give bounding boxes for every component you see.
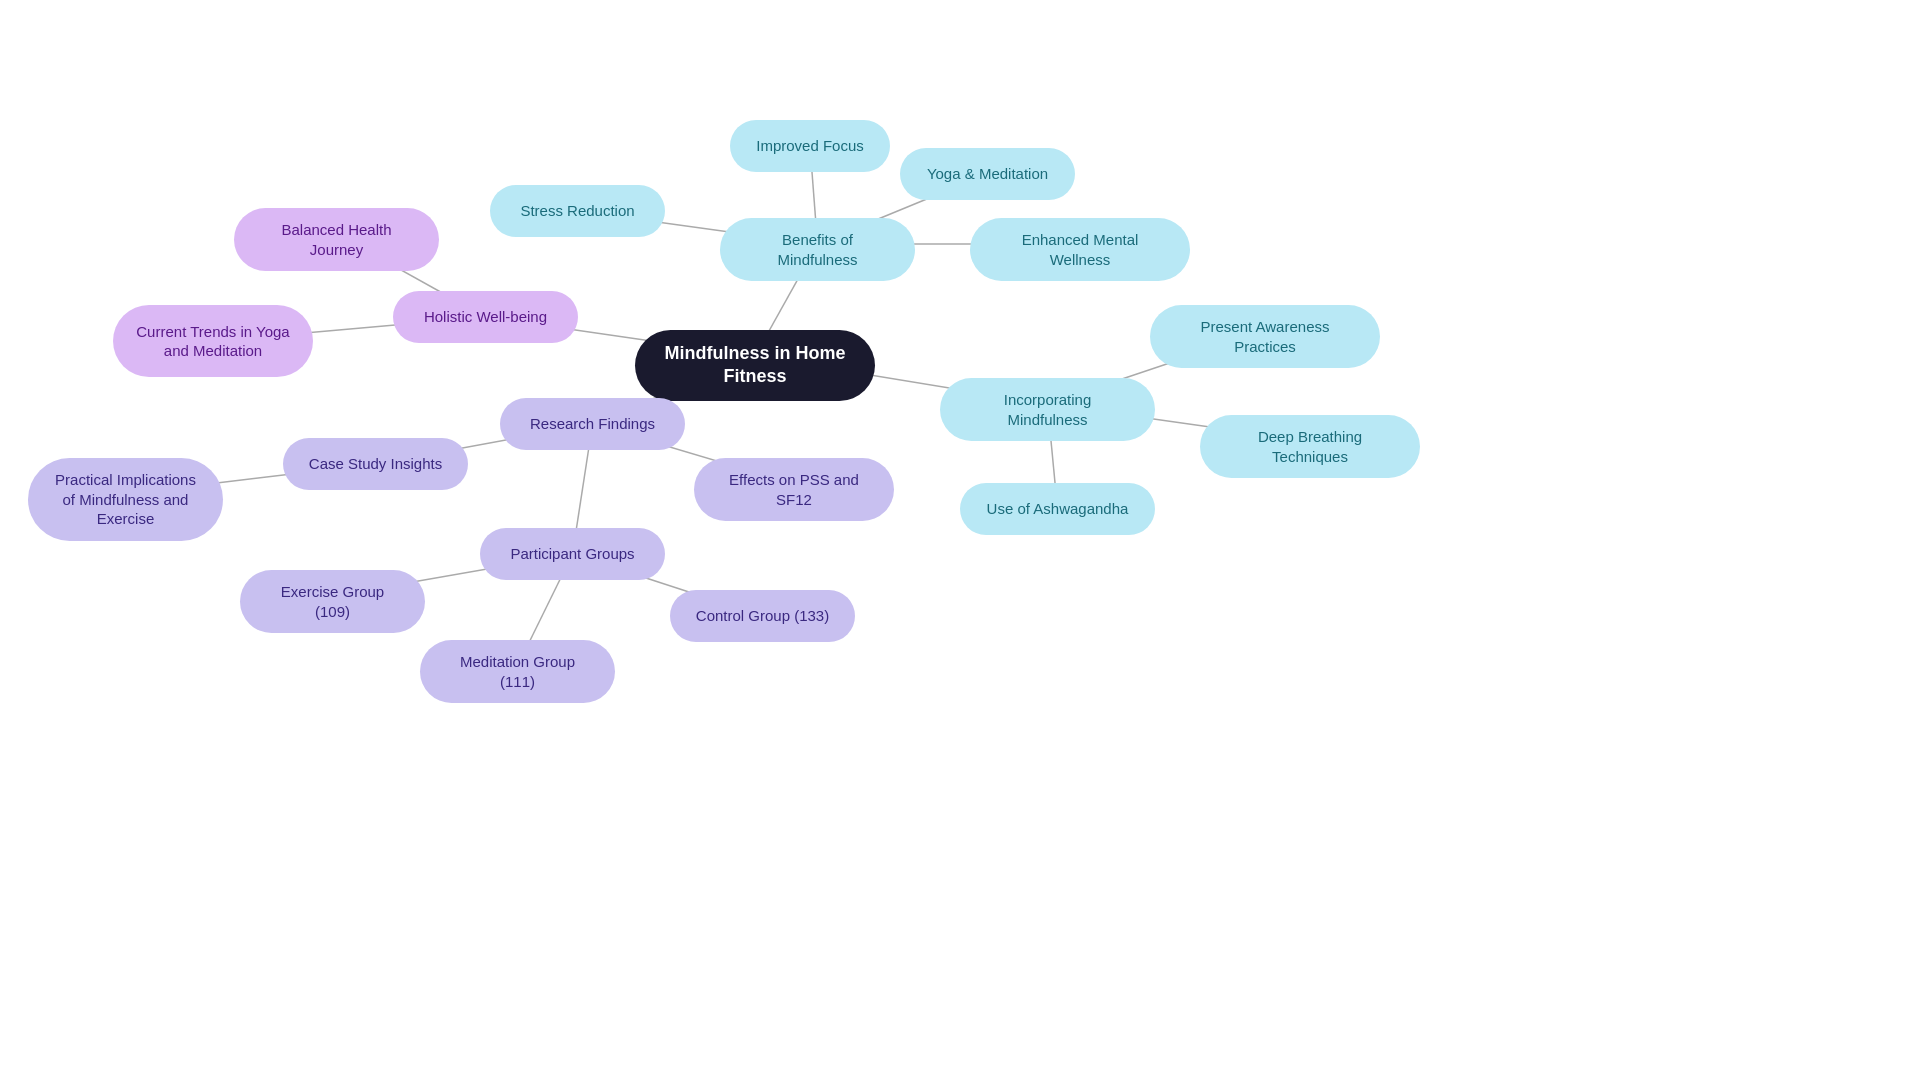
node-control_group[interactable]: Control Group (133) (670, 590, 855, 642)
node-meditation_group[interactable]: Meditation Group (111) (420, 640, 615, 703)
node-enhanced_mental[interactable]: Enhanced Mental Wellness (970, 218, 1190, 281)
node-research[interactable]: Research Findings (500, 398, 685, 450)
node-balanced[interactable]: Balanced Health Journey (234, 208, 439, 271)
node-yoga_meditation[interactable]: Yoga & Meditation (900, 148, 1075, 200)
node-present_awareness[interactable]: Present Awareness Practices (1150, 305, 1380, 368)
node-practical[interactable]: Practical Implications of Mindfulness an… (28, 458, 223, 541)
mindmap-container: Mindfulness in Home Fitness Benefits of M… (0, 0, 1920, 1083)
node-improved_focus[interactable]: Improved Focus (730, 120, 890, 172)
node-center[interactable]: Mindfulness in Home Fitness (635, 330, 875, 401)
node-stress_reduction[interactable]: Stress Reduction (490, 185, 665, 237)
node-participant[interactable]: Participant Groups (480, 528, 665, 580)
node-exercise_group[interactable]: Exercise Group (109) (240, 570, 425, 633)
node-benefits[interactable]: Benefits of Mindfulness (720, 218, 915, 281)
node-incorporating[interactable]: Incorporating Mindfulness (940, 378, 1155, 441)
node-current_trends[interactable]: Current Trends in Yoga and Meditation (113, 305, 313, 377)
node-effects_pss[interactable]: Effects on PSS and SF12 (694, 458, 894, 521)
node-case_study[interactable]: Case Study Insights (283, 438, 468, 490)
node-deep_breathing[interactable]: Deep Breathing Techniques (1200, 415, 1420, 478)
node-ashwagandha[interactable]: Use of Ashwagandha (960, 483, 1155, 535)
node-holistic[interactable]: Holistic Well-being (393, 291, 578, 343)
